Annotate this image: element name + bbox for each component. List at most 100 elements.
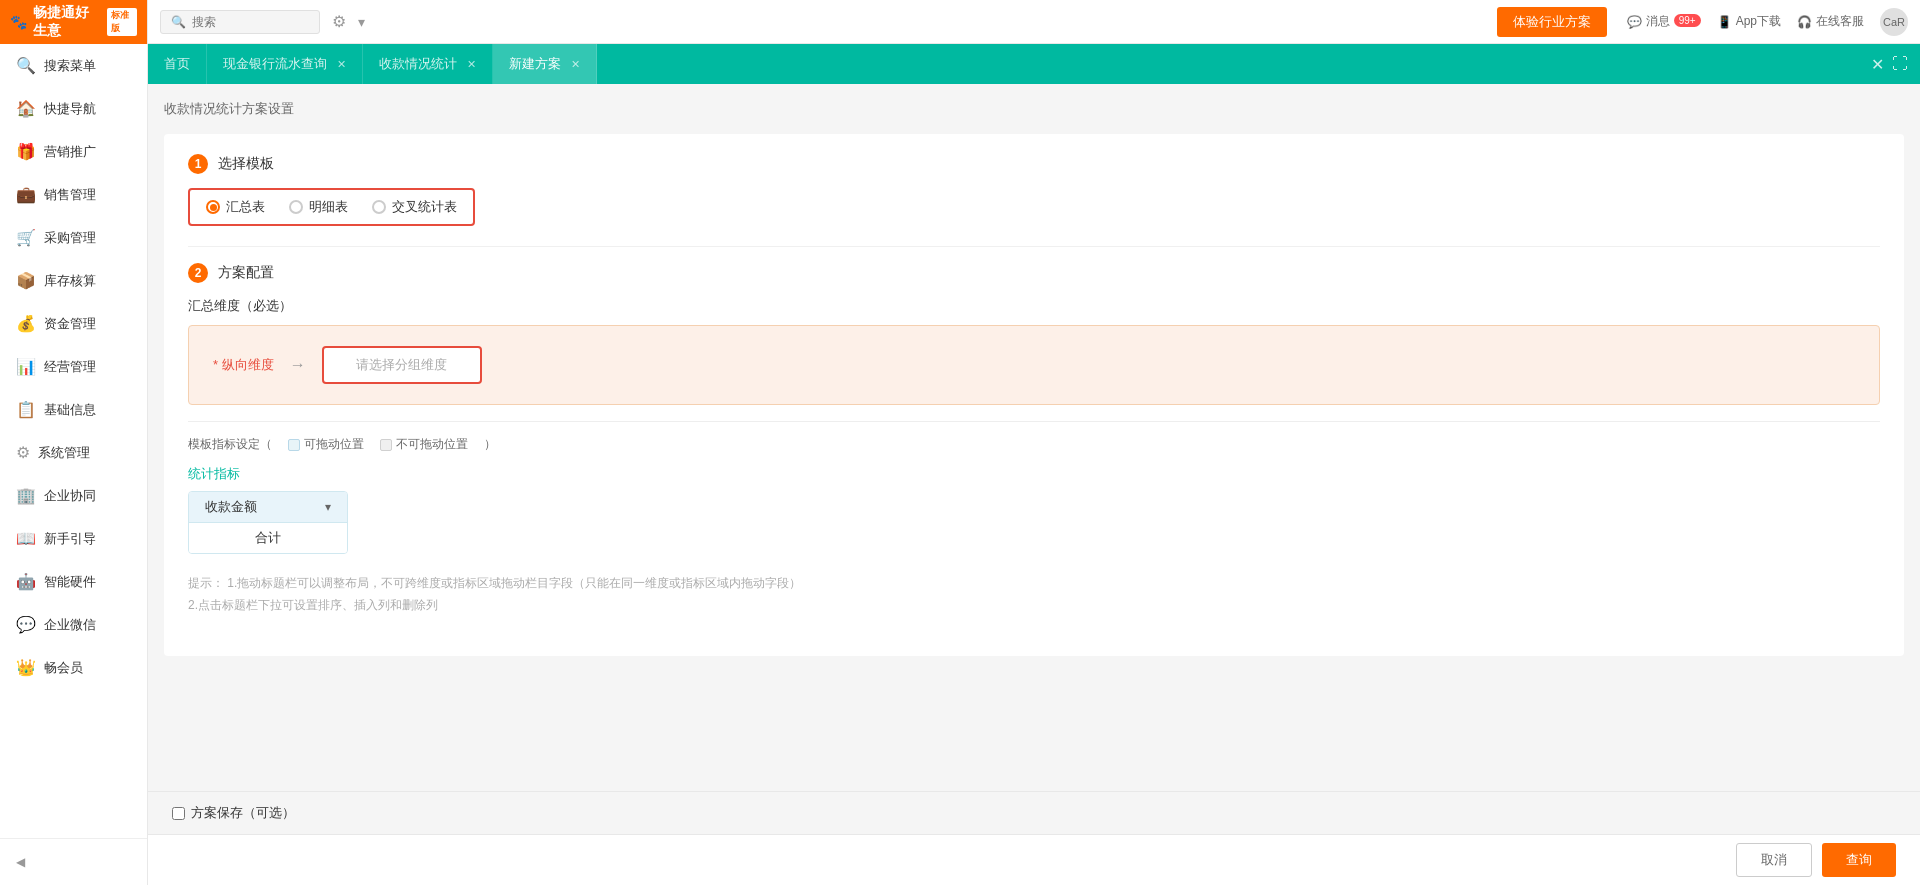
radio-cross[interactable]: 交叉统计表: [372, 198, 457, 216]
settings-card: 1 选择模板 汇总表 明细表: [164, 134, 1904, 656]
tab-bank-flow-label: 现金银行流水查询: [223, 55, 327, 73]
metrics-header-row: 模板指标设定（ 可拖动位置 不可拖动位置 ）: [188, 436, 1880, 453]
sidebar-label-smart-hw: 智能硬件: [44, 573, 96, 591]
tab-receipt-stats-label: 收款情况统计: [379, 55, 457, 73]
sidebar-item-inventory[interactable]: 📦 库存核算: [0, 259, 147, 302]
metrics-header-text: 收款金额: [205, 498, 257, 516]
sidebar-item-basic-info[interactable]: 📋 基础信息: [0, 388, 147, 431]
gear-icon[interactable]: ⚙: [332, 12, 346, 31]
metrics-dropdown-icon[interactable]: ▾: [325, 500, 331, 514]
sidebar-item-smart-hw[interactable]: 🤖 智能硬件: [0, 560, 147, 603]
metrics-row-text: 合计: [255, 530, 281, 545]
tab-home[interactable]: 首页: [148, 44, 207, 84]
tips-section: 提示： 1.拖动标题栏可以调整布局，不可跨维度或指标区域拖动栏目字段（只能在同一…: [188, 573, 1880, 616]
enterprise-weixin-icon: 💬: [16, 615, 36, 634]
sidebar-item-marketing[interactable]: 🎁 营销推广: [0, 130, 147, 173]
sidebar-logo: 🐾 畅捷通好生意 标准版: [0, 0, 147, 44]
sidebar: 🐾 畅捷通好生意 标准版 🔍 搜索菜单 🏠 快捷导航 🎁 营销推广 💼 销售管理…: [0, 0, 148, 885]
basic-info-icon: 📋: [16, 400, 36, 419]
message-badge: 99+: [1674, 14, 1701, 27]
sidebar-item-operation[interactable]: 📊 经营管理: [0, 345, 147, 388]
non-movable-dot: [380, 439, 392, 451]
sidebar-label-basic-info: 基础信息: [44, 401, 96, 419]
sidebar-item-beginner[interactable]: 📖 新手引导: [0, 517, 147, 560]
step1-label: 选择模板: [218, 155, 274, 173]
quick-nav-icon: 🏠: [16, 99, 36, 118]
search-input[interactable]: [192, 15, 312, 29]
tab-new-plan-close[interactable]: ✕: [571, 58, 580, 71]
metrics-table-header[interactable]: 收款金额 ▾: [189, 492, 347, 523]
sidebar-item-enterprise-weixin[interactable]: 💬 企业微信: [0, 603, 147, 646]
sidebar-label-enterprise-weixin: 企业微信: [44, 616, 96, 634]
download-icon: 📱: [1717, 15, 1732, 29]
tab-new-plan[interactable]: 新建方案 ✕: [493, 44, 597, 84]
dimension-arrow-icon: →: [290, 356, 306, 374]
sidebar-label-quick-nav: 快捷导航: [44, 100, 96, 118]
service-link[interactable]: 🎧 在线客服: [1797, 13, 1864, 30]
download-label: App下载: [1736, 13, 1781, 30]
sidebar-label-search-menu: 搜索菜单: [44, 57, 96, 75]
query-button[interactable]: 查询: [1822, 843, 1896, 877]
topbar-search-box[interactable]: 🔍: [160, 10, 320, 34]
dimension-placeholder-text: 请选择分组维度: [356, 357, 447, 372]
download-link[interactable]: 📱 App下载: [1717, 13, 1781, 30]
radio-detail[interactable]: 明细表: [289, 198, 348, 216]
topbar: 🔍 ⚙ ▾ 体验行业方案 💬 消息 99+ 📱 App下载 🎧 在线客服 CaR: [148, 0, 1920, 44]
avatar[interactable]: CaR: [1880, 8, 1908, 36]
member-icon: 👑: [16, 658, 36, 677]
sidebar-bottom-left[interactable]: ◀: [0, 847, 147, 877]
save-checkbox-group[interactable]: 方案保存（可选）: [172, 804, 295, 822]
tabbar-close-icon[interactable]: ✕: [1871, 55, 1884, 74]
sidebar-item-enterprise[interactable]: 🏢 企业协同: [0, 474, 147, 517]
radio-cross-label: 交叉统计表: [392, 198, 457, 216]
sidebar-item-sales[interactable]: 💼 销售管理: [0, 173, 147, 216]
trial-button[interactable]: 体验行业方案: [1497, 7, 1607, 37]
tab-receipt-stats-close[interactable]: ✕: [467, 58, 476, 71]
content-wrapper: 收款情况统计方案设置 1 选择模板 汇总表: [148, 84, 1920, 885]
topbar-search-icon: 🔍: [171, 15, 186, 29]
marketing-icon: 🎁: [16, 142, 36, 161]
step2-section: 2 方案配置 汇总维度（必选） * 纵向维度 → 请选择分组维度: [188, 263, 1880, 616]
search-menu-icon: 🔍: [16, 56, 36, 75]
radio-cross-circle: [372, 200, 386, 214]
logo-badge: 标准版: [107, 8, 137, 36]
sidebar-item-purchase[interactable]: 🛒 采购管理: [0, 216, 147, 259]
sidebar-label-beginner: 新手引导: [44, 530, 96, 548]
tab-new-plan-label: 新建方案: [509, 55, 561, 73]
radio-summary[interactable]: 汇总表: [206, 198, 265, 216]
sidebar-label-enterprise: 企业协同: [44, 487, 96, 505]
save-checkbox[interactable]: [172, 807, 185, 820]
metrics-section-title: 模板指标设定（: [188, 436, 272, 453]
message-icon: 💬: [1627, 15, 1642, 29]
metrics-table-row: 合计: [189, 523, 347, 553]
template-radio-group: 汇总表 明细表 交叉统计表: [188, 188, 475, 226]
logo-text: 畅捷通好生意: [33, 4, 101, 40]
message-link[interactable]: 💬 消息 99+: [1627, 13, 1701, 30]
metrics-table: 收款金额 ▾ 合计: [188, 491, 348, 554]
sales-icon: 💼: [16, 185, 36, 204]
sidebar-label-member: 畅会员: [44, 659, 83, 677]
sidebar-item-search-menu[interactable]: 🔍 搜索菜单: [0, 44, 147, 87]
purchase-icon: 🛒: [16, 228, 36, 247]
tab-receipt-stats[interactable]: 收款情况统计 ✕: [363, 44, 493, 84]
beginner-icon: 📖: [16, 529, 36, 548]
sidebar-bottom: ◀: [0, 838, 147, 885]
tab-bank-flow-close[interactable]: ✕: [337, 58, 346, 71]
page-title: 收款情况统计方案设置: [164, 100, 1904, 118]
tab-bank-flow[interactable]: 现金银行流水查询 ✕: [207, 44, 363, 84]
topbar-dropdown-icon[interactable]: ▾: [358, 14, 365, 30]
movable-dot: [288, 439, 300, 451]
sidebar-item-capital[interactable]: 💰 资金管理: [0, 302, 147, 345]
tabbar-actions: ✕ ⛶: [1871, 55, 1920, 74]
operation-icon: 📊: [16, 357, 36, 376]
sidebar-item-member[interactable]: 👑 畅会员: [0, 646, 147, 689]
radio-summary-circle: [206, 200, 220, 214]
sidebar-item-system[interactable]: ⚙ 系统管理: [0, 431, 147, 474]
movable-indicator: 可拖动位置: [288, 436, 364, 453]
sidebar-label-operation: 经营管理: [44, 358, 96, 376]
dimension-placeholder[interactable]: 请选择分组维度: [322, 346, 482, 384]
tabbar-expand-icon[interactable]: ⛶: [1892, 55, 1908, 73]
sidebar-item-quick-nav[interactable]: 🏠 快捷导航: [0, 87, 147, 130]
tip-2: 2.点击标题栏下拉可设置排序、插入列和删除列: [188, 595, 1880, 617]
cancel-button[interactable]: 取消: [1736, 843, 1812, 877]
